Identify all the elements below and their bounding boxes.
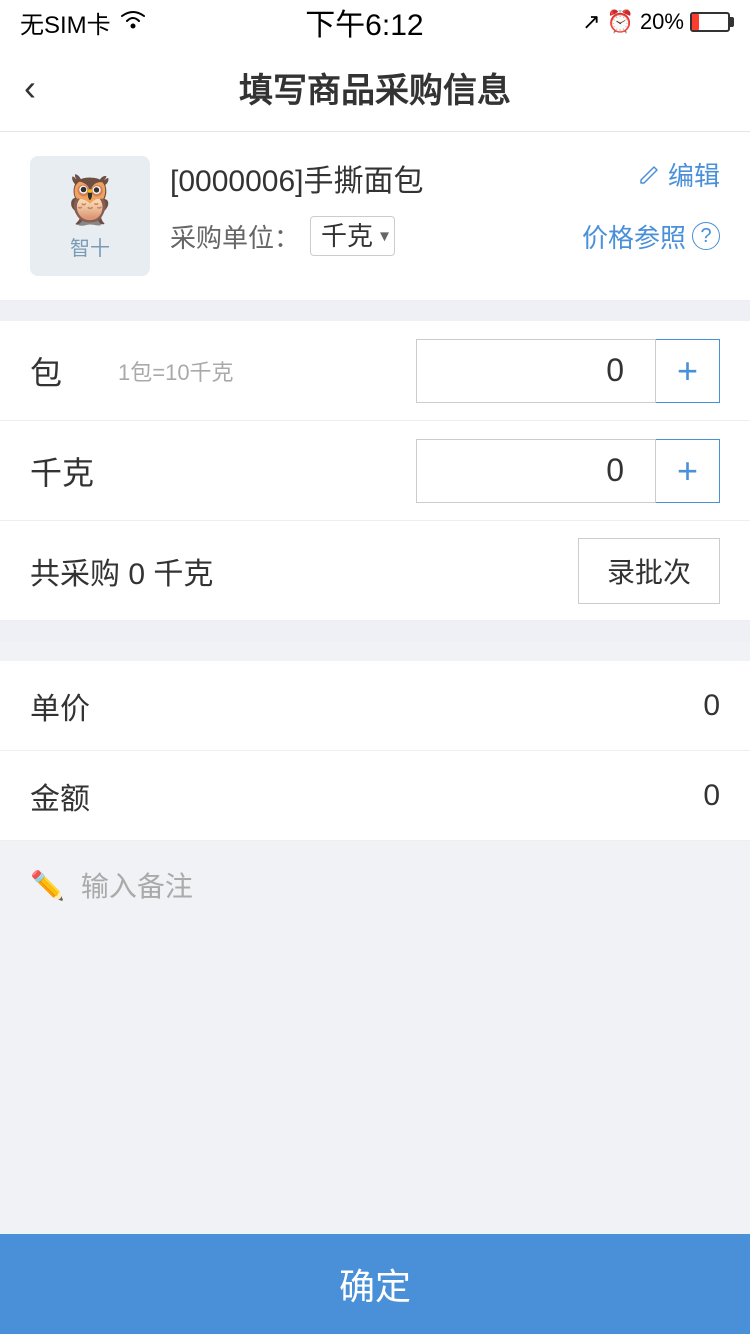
unit-label: 采购单位： [170,218,300,255]
unit-select-wrapper[interactable]: 千克 包 [310,216,395,256]
confirm-button[interactable]: 确定 [0,1234,750,1334]
location-icon: ↗ [582,9,600,35]
bao-label: 包 [30,348,110,394]
nav-bar: ‹ 填写商品采购信息 [0,44,750,132]
back-button[interactable]: ‹ [24,67,36,109]
note-placeholder: 输入备注 [81,865,193,905]
summary-text: 共采购 0 千克 [30,549,213,593]
status-bar-left: 无SIM卡 [20,5,147,40]
bao-quantity-input[interactable] [416,339,656,403]
kg-plus-button[interactable]: + [656,439,720,503]
kg-input-right: + [416,439,720,503]
kg-label: 千克 [30,448,110,494]
note-area[interactable]: ✏️ 输入备注 [0,841,750,929]
amount-row: 金额 0 [0,751,750,841]
alarm-icon: ⏰ [607,9,634,35]
edit-button[interactable]: 编辑 [638,156,720,193]
carrier-text: 无SIM卡 [20,5,111,40]
product-header: [0000006]手撕面包 编辑 [170,156,720,200]
status-bar-time: 下午6:12 [305,0,423,44]
bao-input-right: + [416,339,720,403]
amount-label: 金额 [30,774,90,818]
help-icon: ? [692,222,720,250]
unit-select[interactable]: 千克 包 [310,216,395,256]
summary-value: 0 [128,558,153,591]
product-thumb-icon: 🦉 [60,171,120,228]
amount-value: 0 [703,779,720,813]
summary-unit: 千克 [153,558,213,591]
section-divider-2 [0,621,750,641]
unit-price-label: 单价 [30,684,90,728]
product-card: 🦉 智十 [0000006]手撕面包 编辑 采购单位： 千克 [0,132,750,301]
bao-plus-button[interactable]: + [656,339,720,403]
unit-price-value: 0 [703,689,720,723]
bao-input-row: 包 1包=10千克 + [0,321,750,421]
unit-price-row: 单价 0 [0,661,750,751]
info-section: 单价 0 金额 0 [0,661,750,841]
bao-sublabel: 1包=10千克 [118,355,234,387]
summary-row: 共采购 0 千克 录批次 [0,521,750,621]
product-thumb-label: 智十 [70,232,110,261]
input-section: 包 1包=10千克 + 千克 + 共采购 0 千克 录批次 [0,321,750,621]
edit-label: 编辑 [668,156,720,193]
confirm-button-label: 确定 [339,1258,411,1310]
status-bar: 无SIM卡 下午6:12 ↗ ⏰ 20% [0,0,750,44]
page-title: 填写商品采购信息 [239,63,511,112]
product-unit-row: 采购单位： 千克 包 价格参照 ? [170,216,720,256]
status-bar-right: ↗ ⏰ 20% [582,9,730,35]
product-name: [0000006]手撕面包 [170,156,423,200]
battery-icon [690,12,730,32]
record-batch-button[interactable]: 录批次 [578,538,720,604]
price-ref-button[interactable]: 价格参照 ? [582,218,720,255]
kg-input-row: 千克 + [0,421,750,521]
content-spacer [0,929,750,1129]
product-info: [0000006]手撕面包 编辑 采购单位： 千克 包 [170,156,720,256]
product-thumbnail: 🦉 智十 [30,156,150,276]
main-content: 🦉 智十 [0000006]手撕面包 编辑 采购单位： 千克 [0,132,750,1229]
battery-percent: 20% [640,9,684,35]
note-icon: ✏️ [30,869,65,902]
section-divider-1 [0,301,750,321]
wifi-icon [119,8,147,36]
summary-prefix: 共采购 [30,558,120,591]
price-ref-label: 价格参照 [582,218,686,255]
kg-quantity-input[interactable] [416,439,656,503]
